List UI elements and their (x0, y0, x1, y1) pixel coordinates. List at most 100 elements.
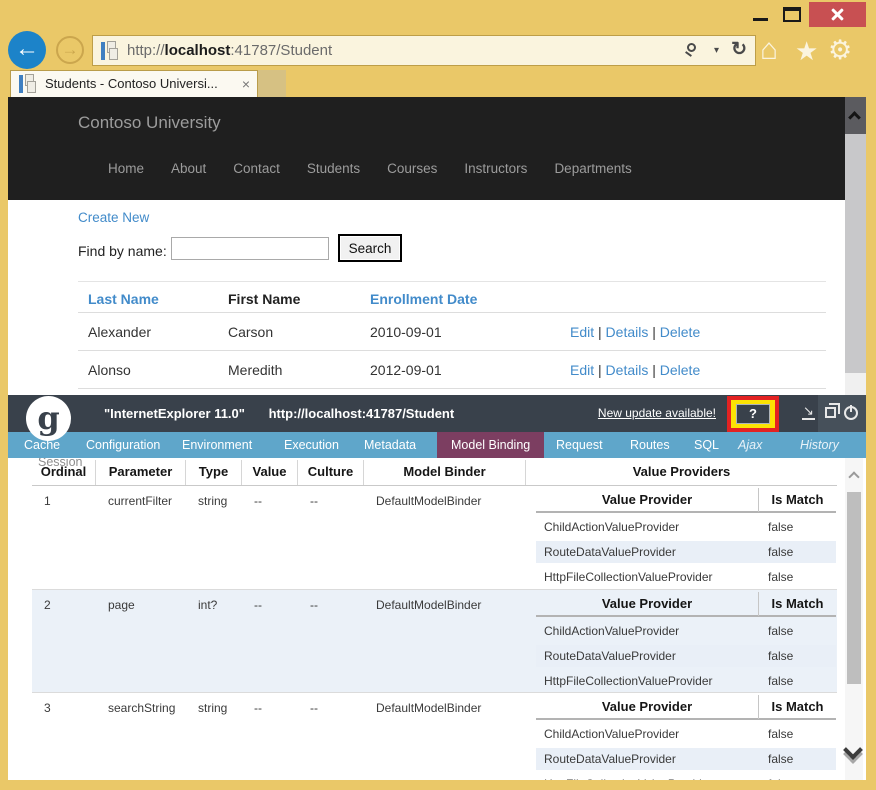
value-cell: -- (242, 693, 298, 780)
value-provider-row: RouteDataValueProvider false (536, 541, 836, 563)
is-match-cell: false (758, 773, 836, 780)
page-icon (101, 41, 117, 61)
tab-close-icon[interactable]: × (242, 71, 250, 97)
sidebar-item-about[interactable]: About (171, 161, 206, 176)
tab-page-icon (19, 74, 35, 94)
model-binding-table: Ordinal Parameter Type Value Culture Mod… (32, 460, 837, 780)
glimpse-scrollbar[interactable] (845, 458, 863, 780)
is-match-cell: false (758, 670, 836, 692)
glimpse-tab-ajax[interactable]: Ajax (738, 432, 762, 458)
glimpse-scrollbar-thumb[interactable] (847, 492, 861, 684)
glimpse-browser-label: "InternetExplorer 11.0" (104, 406, 245, 421)
delete-link[interactable]: Delete (660, 362, 700, 378)
type-cell: string (186, 486, 242, 589)
glimpse-logo-icon[interactable]: g (26, 396, 71, 441)
sidebar-item-instructors[interactable]: Instructors (464, 161, 527, 176)
favorites-star-icon[interactable]: ★ (795, 33, 818, 69)
glimpse-tab-configuration[interactable]: Configuration (86, 432, 160, 458)
glimpse-popout-icon[interactable] (825, 407, 836, 418)
glimpse-minimize-icon[interactable]: ↘ (802, 403, 815, 420)
edit-link[interactable]: Edit (570, 362, 594, 378)
glimpse-tab-sql[interactable]: SQL (694, 432, 719, 458)
last-name-cell: Alexander (88, 313, 228, 351)
action-separator: | (594, 324, 605, 340)
glimpse-tab-execution[interactable]: Execution (284, 432, 339, 458)
is-match-cell: false (758, 541, 836, 563)
glimpse-scroll-up-icon[interactable] (850, 468, 858, 486)
enrollment-date-cell: 2012-09-01 (370, 351, 570, 389)
value-cell: -- (242, 590, 298, 692)
maximize-icon (783, 7, 801, 22)
details-link[interactable]: Details (606, 362, 649, 378)
culture-cell: -- (298, 693, 364, 780)
row-actions: Edit | Details | Delete (570, 313, 826, 351)
col-parameter: Parameter (96, 460, 186, 485)
model-binding-header: Ordinal Parameter Type Value Culture Mod… (32, 460, 837, 486)
sort-enrollment-date-link[interactable]: Enrollment Date (370, 289, 570, 312)
parameter-cell: currentFilter (96, 486, 186, 589)
help-button[interactable]: ? (736, 404, 770, 424)
minimize-button[interactable] (748, 6, 774, 26)
glimpse-tab-model-binding[interactable]: Model Binding (437, 432, 544, 458)
find-by-name-input[interactable] (171, 237, 329, 260)
url-text[interactable]: http://localhost:41787/Student (127, 36, 332, 65)
close-button[interactable] (809, 2, 866, 27)
create-new-link[interactable]: Create New (78, 210, 149, 225)
model-binder-cell: DefaultModelBinder (364, 590, 526, 692)
glimpse-scroll-down-icon[interactable] (846, 743, 860, 762)
glimpse-tab-environment[interactable]: Environment (182, 432, 252, 458)
provider-name-cell: HttpFileCollectionValueProvider (536, 773, 758, 780)
provider-name-cell: RouteDataValueProvider (536, 645, 758, 667)
is-match-cell: false (758, 566, 836, 588)
col-type: Type (186, 460, 242, 485)
glimpse-url: http://localhost:41787/Student (269, 406, 455, 421)
maximize-button[interactable] (780, 5, 804, 25)
last-name-cell: Alonso (88, 351, 228, 389)
update-available-link[interactable]: New update available! (598, 395, 716, 432)
is-match-cell: false (758, 723, 836, 745)
sidebar-item-courses[interactable]: Courses (387, 161, 437, 176)
value-providers-table: Value Provider Is Match ChildActionValue… (536, 592, 836, 692)
site-brand[interactable]: Contoso University (78, 113, 221, 133)
refresh-icon[interactable]: ↻ (731, 36, 747, 65)
address-bar[interactable]: http://localhost:41787/Student ▾ ↻ (92, 35, 756, 66)
is-match-cell: false (758, 620, 836, 642)
search-button[interactable]: Search (338, 234, 402, 262)
is-match-cell: false (758, 748, 836, 770)
model-binder-cell: DefaultModelBinder (364, 693, 526, 780)
model-binding-row: 1 currentFilter string -- -- DefaultMode… (32, 486, 837, 589)
sidebar-item-contact[interactable]: Contact (233, 161, 280, 176)
edit-link[interactable]: Edit (570, 324, 594, 340)
sidebar-item-departments[interactable]: Departments (554, 161, 631, 176)
back-button[interactable]: ← (8, 31, 46, 69)
tab-title: Students - Contoso Universi... (45, 71, 218, 97)
forward-button[interactable]: → (56, 36, 84, 64)
glimpse-tab-history[interactable]: History (800, 432, 839, 458)
sidebar-item-home[interactable]: Home (108, 161, 144, 176)
value-provider-row: HttpFileCollectionValueProvider false (536, 773, 836, 780)
sidebar-item-students[interactable]: Students (307, 161, 360, 176)
value-provider-row: RouteDataValueProvider false (536, 748, 836, 770)
settings-gear-icon[interactable]: ⚙ (828, 32, 852, 68)
search-icon[interactable] (685, 36, 703, 65)
culture-cell: -- (298, 590, 364, 692)
is-match-cell: false (758, 645, 836, 667)
glimpse-tab-routes[interactable]: Routes (630, 432, 670, 458)
glimpse-tab-metadata[interactable]: Metadata (364, 432, 416, 458)
culture-cell: -- (298, 486, 364, 589)
home-icon[interactable]: ⌂ (760, 32, 778, 68)
details-link[interactable]: Details (606, 324, 649, 340)
sort-last-name-link[interactable]: Last Name (88, 289, 228, 312)
action-separator: | (648, 324, 659, 340)
scroll-up-button[interactable] (845, 97, 866, 134)
browser-tab-students[interactable]: Students - Contoso Universi... × (10, 70, 258, 97)
page-viewport: Contoso University Home About Contact St… (8, 97, 866, 780)
glimpse-tab-request[interactable]: Request (556, 432, 603, 458)
glimpse-power-icon[interactable] (844, 406, 858, 420)
scrollbar-thumb[interactable] (845, 134, 866, 373)
delete-link[interactable]: Delete (660, 324, 700, 340)
ordinal-cell: 1 (32, 486, 96, 589)
model-binder-cell: DefaultModelBinder (364, 486, 526, 589)
new-tab-stub[interactable] (258, 70, 286, 97)
chevron-down-icon[interactable]: ▾ (714, 36, 719, 65)
